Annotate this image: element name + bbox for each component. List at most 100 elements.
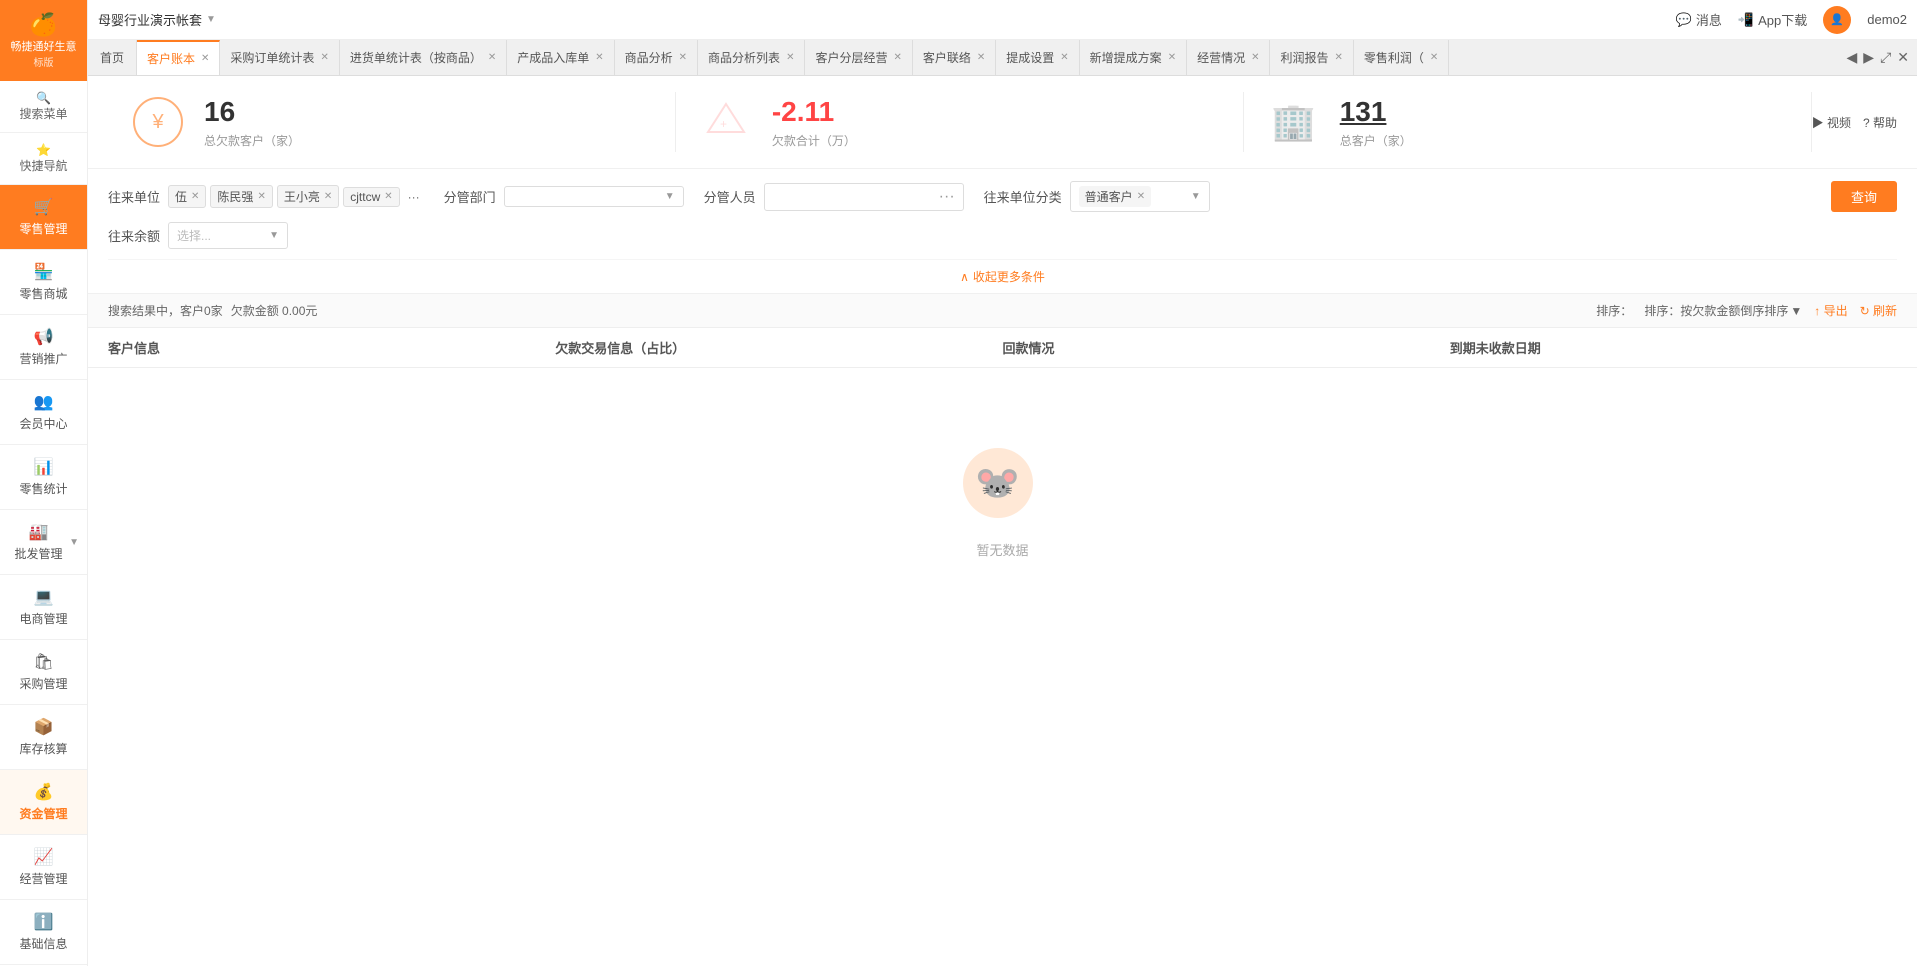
person-filter-label: 分管人员 [704, 187, 756, 206]
result-bar-left: 搜索结果中，客户0家 欠款金额 0.00元 [108, 302, 317, 319]
video-btn[interactable]: ▶ 视频 [1812, 114, 1851, 131]
tab-production-label: 产成品入库单 [517, 49, 589, 66]
tab-restore-btn[interactable]: ✕ [1897, 49, 1909, 66]
tab-retail-profit[interactable]: 零售利润（ ✕ [1354, 40, 1449, 76]
account-selector[interactable]: 母婴行业演示帐套 ▼ [98, 10, 216, 29]
tag-cjttcw-close[interactable]: ✕ [384, 191, 392, 202]
tab-add-commission[interactable]: 新增提成方案 ✕ [1080, 40, 1187, 76]
sidebar-item-inventory[interactable]: 📦 库存核算 [0, 705, 87, 770]
stat-label-debt: 欠款合计（万） [772, 132, 856, 149]
query-button[interactable]: 查询 [1831, 181, 1897, 212]
refresh-btn[interactable]: ↻ 刷新 [1860, 302, 1897, 319]
tab-close-icon-2[interactable]: ✕ [320, 52, 328, 63]
tab-close-icon-4[interactable]: ✕ [595, 52, 603, 63]
sidebar-item-label-mall: 零售商城 [19, 287, 67, 301]
sidebar-quick-nav[interactable]: ⭐ 快捷导航 [0, 133, 87, 185]
sidebar-quick-label: 快捷导航 [8, 157, 79, 174]
result-amount: 欠款金额 0.00元 [231, 302, 318, 319]
tab-business-status-label: 经营情况 [1197, 49, 1245, 66]
stat-icon-debt: + [696, 92, 756, 152]
svg-text:+: + [720, 117, 727, 131]
person-filter-dots[interactable]: ··· [939, 188, 955, 206]
filter-tag-cjttcw[interactable]: cjttcw ✕ [343, 187, 399, 207]
tab-commission-setting[interactable]: 提成设置 ✕ [996, 40, 1079, 76]
tag-wang-close[interactable]: ✕ [324, 191, 332, 202]
person-filter-input[interactable]: ··· [764, 183, 964, 211]
help-btn[interactable]: ? 帮助 [1863, 114, 1897, 131]
dept-filter-select[interactable]: ▼ [504, 186, 684, 207]
stat-bar-right: ▶ 视频 ? 帮助 [1812, 114, 1897, 131]
app-download-btn[interactable]: 📲 App下载 [1738, 10, 1807, 29]
tab-close-icon-6[interactable]: ✕ [786, 52, 794, 63]
unit-class-filter-select[interactable]: 普通客户 ✕ ▼ [1070, 181, 1210, 212]
sidebar-item-wholesale[interactable]: 🏭 批发管理 ▼ [0, 510, 87, 575]
refresh-icon: ↻ [1860, 304, 1870, 318]
tab-instock-stats[interactable]: 进货单统计表（按商品） ✕ [340, 40, 507, 76]
logo-text: 畅捷通好生意 [11, 41, 77, 53]
sidebar-item-basic-info[interactable]: ℹ️ 基础信息 [0, 900, 87, 965]
sidebar-item-label-retail: 零售管理 [19, 222, 67, 236]
tab-production-instock[interactable]: 产成品入库单 ✕ [507, 40, 614, 76]
filter-more-btn[interactable]: ··· [404, 188, 424, 206]
stat-item-total-customers: 🏢 131 总客户（家） [1244, 92, 1812, 152]
unit-filter-label: 往来单位 [108, 187, 160, 206]
balance-chevron-icon: ▼ [269, 230, 279, 241]
sidebar-logo[interactable]: 🍊 畅捷通好生意 标版 [0, 0, 87, 81]
balance-filter-select[interactable]: 选择... ▼ [168, 222, 288, 249]
user-avatar[interactable]: 👤 [1823, 6, 1851, 34]
tab-profit-report[interactable]: 利润报告 ✕ [1270, 40, 1353, 76]
export-btn[interactable]: ↑ 导出 [1814, 302, 1847, 319]
user-name[interactable]: demo2 [1867, 12, 1907, 27]
tab-customer-ledger[interactable]: 客户账本 ✕ [137, 40, 220, 76]
tab-home[interactable]: 首页 [88, 40, 137, 76]
tab-product-analysis-list-label: 商品分析列表 [708, 49, 780, 66]
tab-prev-btn[interactable]: ◀ [1847, 49, 1858, 66]
tab-close-icon-10[interactable]: ✕ [1168, 52, 1176, 63]
refresh-label: 刷新 [1873, 304, 1897, 318]
tab-customer-contact[interactable]: 客户联络 ✕ [913, 40, 996, 76]
sidebar-item-retail-mgmt[interactable]: 🛒 零售管理 [0, 185, 87, 250]
sidebar-item-ecommerce[interactable]: 💻 电商管理 [0, 575, 87, 640]
sidebar-search[interactable]: 🔍 搜索菜单 [0, 81, 87, 133]
tab-close-icon-3[interactable]: ✕ [488, 52, 496, 63]
tab-close-icon[interactable]: ✕ [201, 53, 209, 64]
sidebar-item-finance[interactable]: 💰 资金管理 [0, 770, 87, 835]
tab-close-icon-13[interactable]: ✕ [1430, 52, 1438, 63]
tab-close-icon-11[interactable]: ✕ [1251, 52, 1259, 63]
main-area: 母婴行业演示帐套 ▼ 💬 消息 📲 App下载 👤 demo2 [88, 0, 1917, 966]
stat-item-customers: ¥ 16 总欠款客户（家） [108, 92, 676, 152]
tab-business-status[interactable]: 经营情况 ✕ [1187, 40, 1270, 76]
tab-expand-btn[interactable]: ⤢ [1880, 49, 1891, 66]
collapse-icon: ∧ [960, 270, 969, 284]
sidebar-item-operations[interactable]: 📈 经营管理 [0, 835, 87, 900]
sidebar-item-retail-stats[interactable]: 📊 零售统计 [0, 445, 87, 510]
unit-class-tag-close[interactable]: ✕ [1137, 191, 1145, 202]
tab-purchase-order-stats[interactable]: 采购订单统计表 ✕ [220, 40, 339, 76]
sidebar-item-marketing[interactable]: 📢 营销推广 [0, 315, 87, 380]
tab-commission-setting-label: 提成设置 [1006, 49, 1054, 66]
col-header-customer: 客户信息 [108, 338, 555, 357]
tab-close-icon-5[interactable]: ✕ [679, 52, 687, 63]
tab-close-icon-12[interactable]: ✕ [1335, 52, 1343, 63]
tab-close-icon-9[interactable]: ✕ [1060, 52, 1068, 63]
tab-close-icon-7[interactable]: ✕ [893, 52, 901, 63]
filter-tag-wu[interactable]: 伍 ✕ [168, 185, 206, 208]
tab-product-analysis-list[interactable]: 商品分析列表 ✕ [698, 40, 805, 76]
message-btn[interactable]: 💬 消息 [1676, 10, 1722, 29]
tab-customer-tier[interactable]: 客户分层经营 ✕ [805, 40, 912, 76]
filter-tag-wang[interactable]: 王小亮 ✕ [277, 185, 339, 208]
filter-tag-chen[interactable]: 陈民强 ✕ [210, 185, 272, 208]
sidebar-item-retail-mall[interactable]: 🏪 零售商城 [0, 250, 87, 315]
sidebar-item-member[interactable]: 👥 会员中心 [0, 380, 87, 445]
topbar: 母婴行业演示帐套 ▼ 💬 消息 📲 App下载 👤 demo2 [88, 0, 1917, 40]
tab-close-icon-8[interactable]: ✕ [977, 52, 985, 63]
collapse-btn[interactable]: ∧ 收起更多条件 [108, 259, 1897, 293]
sort-select[interactable]: 排序：按欠款金额倒序排序 ▼ [1644, 302, 1802, 319]
tag-wu-close[interactable]: ✕ [191, 191, 199, 202]
tab-next-btn[interactable]: ▶ [1863, 49, 1874, 66]
tag-wu-label: 伍 [175, 188, 187, 205]
tab-product-analysis[interactable]: 商品分析 ✕ [615, 40, 698, 76]
sidebar-item-purchase[interactable]: 🛍 采购管理 [0, 640, 87, 705]
unit-class-tag[interactable]: 普通客户 ✕ [1079, 186, 1151, 207]
tag-chen-close[interactable]: ✕ [257, 191, 265, 202]
